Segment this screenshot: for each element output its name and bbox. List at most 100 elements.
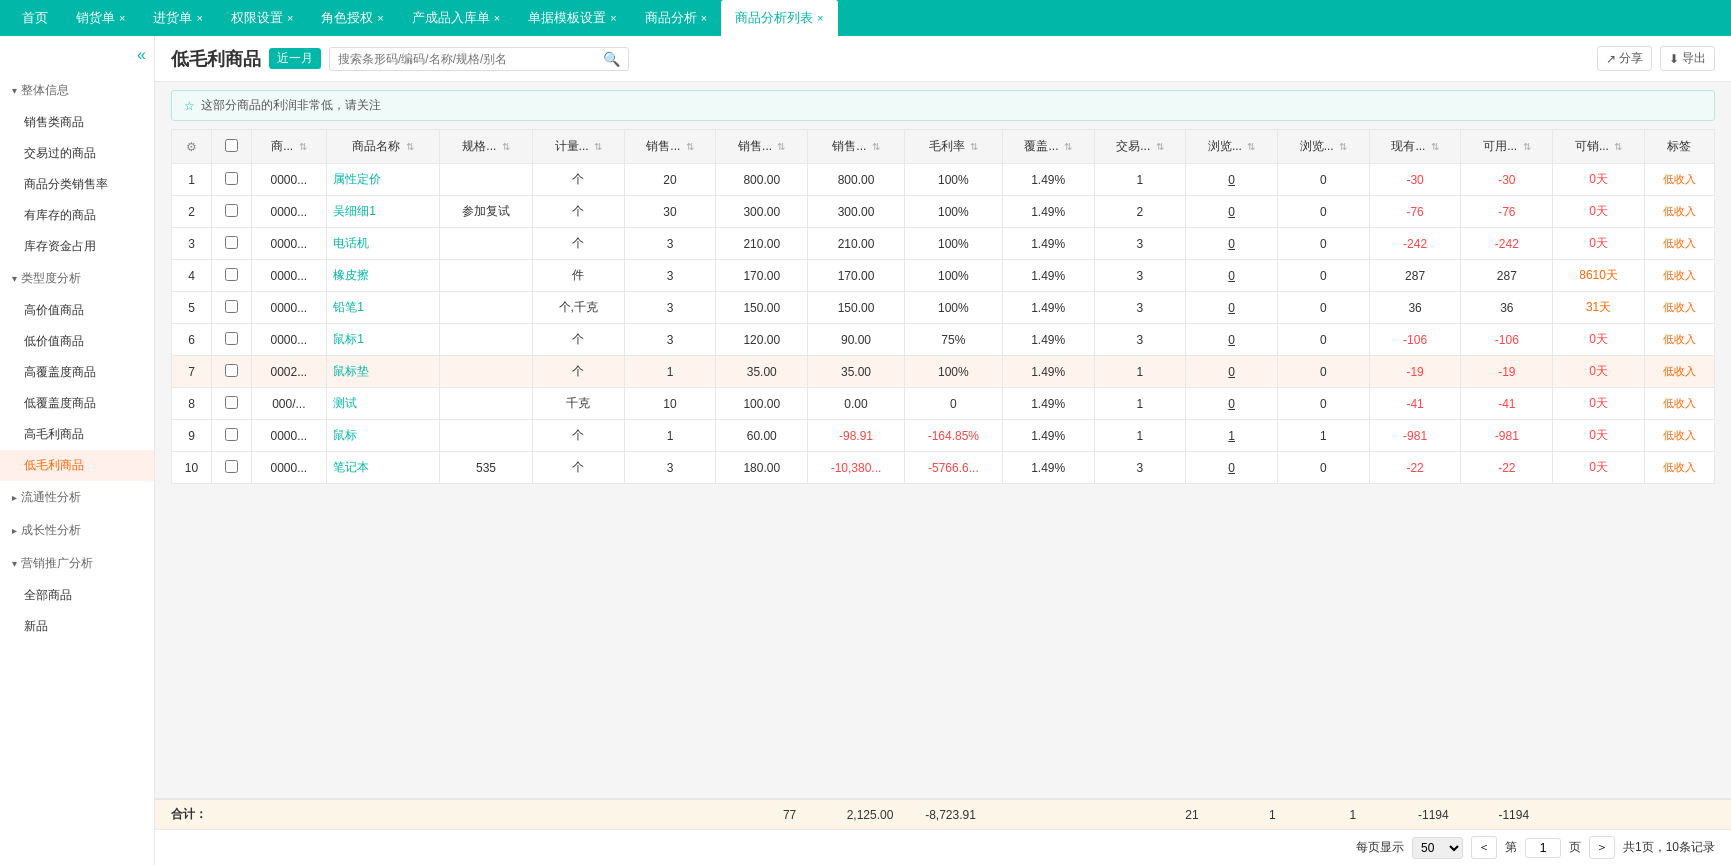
row-browse1[interactable]: 0 [1186,324,1278,356]
row-select-checkbox[interactable] [225,428,238,441]
nav-close-icon[interactable]: × [817,12,823,24]
row-browse1[interactable]: 0 [1186,196,1278,228]
col-trade[interactable]: 交易... ⇅ [1094,130,1186,164]
row-name[interactable]: 电话机 [327,228,440,260]
row-checkbox[interactable] [212,452,252,484]
col-settings[interactable]: ⚙ [172,130,212,164]
search-icon[interactable]: 🔍 [603,51,620,67]
row-browse1[interactable]: 0 [1186,452,1278,484]
nav-item-角色授权[interactable]: 角色授权× [307,0,397,36]
row-checkbox[interactable] [212,260,252,292]
nav-item-商品分析列表[interactable]: 商品分析列表× [721,0,837,36]
sidebar-group-营销推广分析[interactable]: ▾营销推广分析 [0,547,154,580]
browse1-link[interactable]: 0 [1228,333,1235,347]
sidebar-item-新品[interactable]: 新品 [0,611,154,642]
sidebar-group-整体信息[interactable]: ▾整体信息 [0,74,154,107]
row-select-checkbox[interactable] [225,204,238,217]
row-name[interactable]: 测试 [327,388,440,420]
next-page-button[interactable]: ＞ [1589,836,1615,859]
browse1-link[interactable]: 0 [1228,461,1235,475]
page-size-select[interactable]: 50 20 100 [1412,837,1463,859]
nav-item-单据模板设置[interactable]: 单据模板设置× [514,0,630,36]
row-browse1[interactable]: 0 [1186,260,1278,292]
row-checkbox[interactable] [212,388,252,420]
row-name[interactable]: 铅笔1 [327,292,440,324]
row-select-checkbox[interactable] [225,364,238,377]
sidebar-item-高覆盖度商品[interactable]: 高覆盖度商品 [0,357,154,388]
sidebar-group-流通性分析[interactable]: ▸流通性分析 [0,481,154,514]
sidebar-group-成长性分析[interactable]: ▸成长性分析 [0,514,154,547]
row-checkbox[interactable] [212,356,252,388]
col-sale2[interactable]: 销售... ⇅ [716,130,808,164]
col-sale3[interactable]: 销售... ⇅ [808,130,905,164]
browse1-link[interactable]: 0 [1228,173,1235,187]
col-checkbox[interactable] [212,130,252,164]
row-name[interactable]: 橡皮擦 [327,260,440,292]
row-browse1[interactable]: 0 [1186,388,1278,420]
row-browse1[interactable]: 0 [1186,356,1278,388]
col-tag[interactable]: 标签 [1644,130,1714,164]
sidebar-item-低价值商品[interactable]: 低价值商品 [0,326,154,357]
row-name[interactable]: 鼠标1 [327,324,440,356]
nav-close-icon[interactable]: × [494,12,500,24]
row-select-checkbox[interactable] [225,172,238,185]
sidebar-item-高价值商品[interactable]: 高价值商品 [0,295,154,326]
col-coverage[interactable]: 覆盖... ⇅ [1002,130,1094,164]
row-name[interactable]: 笔记本 [327,452,440,484]
col-unit[interactable]: 计量... ⇅ [532,130,624,164]
sidebar-item-有库存的商品[interactable]: 有库存的商品 [0,200,154,231]
row-name[interactable]: 鼠标 [327,420,440,452]
export-button[interactable]: ⬇ 导出 [1660,46,1715,71]
col-saleable[interactable]: 可销... ⇅ [1553,130,1645,164]
nav-item-商品分析[interactable]: 商品分析× [631,0,721,36]
col-usable[interactable]: 可用... ⇅ [1461,130,1553,164]
nav-close-icon[interactable]: × [196,12,202,24]
sidebar-item-低毛利商品[interactable]: 低毛利商品 [0,450,154,481]
select-all-checkbox[interactable] [225,139,238,152]
sidebar-group-类型度分析[interactable]: ▾类型度分析 [0,262,154,295]
col-spec[interactable]: 规格... ⇅ [440,130,533,164]
col-margin[interactable]: 毛利率 ⇅ [904,130,1002,164]
nav-item-权限设置[interactable]: 权限设置× [217,0,307,36]
prev-page-button[interactable]: ＜ [1471,836,1497,859]
row-name[interactable]: 吴细细1 [327,196,440,228]
row-checkbox[interactable] [212,164,252,196]
nav-item-首页[interactable]: 首页 [8,0,62,36]
col-name[interactable]: 商品名称 ⇅ [327,130,440,164]
row-browse1[interactable]: 0 [1186,228,1278,260]
browse1-link[interactable]: 1 [1228,429,1235,443]
nav-item-进货单[interactable]: 进货单× [139,0,216,36]
row-browse1[interactable]: 0 [1186,292,1278,324]
row-checkbox[interactable] [212,324,252,356]
col-current[interactable]: 现有... ⇅ [1369,130,1461,164]
browse1-link[interactable]: 0 [1228,237,1235,251]
sidebar-item-库存资金占用[interactable]: 库存资金占用 [0,231,154,262]
row-select-checkbox[interactable] [225,460,238,473]
row-select-checkbox[interactable] [225,268,238,281]
row-browse1[interactable]: 0 [1186,164,1278,196]
row-checkbox[interactable] [212,196,252,228]
browse1-link[interactable]: 0 [1228,365,1235,379]
nav-close-icon[interactable]: × [377,12,383,24]
sidebar-item-低覆盖度商品[interactable]: 低覆盖度商品 [0,388,154,419]
nav-close-icon[interactable]: × [119,12,125,24]
sidebar-item-全部商品[interactable]: 全部商品 [0,580,154,611]
nav-close-icon[interactable]: × [610,12,616,24]
browse1-link[interactable]: 0 [1228,269,1235,283]
sidebar-collapse-btn[interactable]: « [137,46,146,64]
row-checkbox[interactable] [212,228,252,260]
col-browse2[interactable]: 浏览... ⇅ [1278,130,1370,164]
col-sale1[interactable]: 销售... ⇅ [624,130,716,164]
nav-item-销货单[interactable]: 销货单× [62,0,139,36]
page-number-input[interactable] [1525,838,1561,858]
row-select-checkbox[interactable] [225,300,238,313]
nav-item-产成品入库单[interactable]: 产成品入库单× [398,0,514,36]
filter-tag[interactable]: 近一月 [269,48,321,69]
row-browse1[interactable]: 1 [1186,420,1278,452]
row-checkbox[interactable] [212,292,252,324]
row-name[interactable]: 属性定价 [327,164,440,196]
row-name[interactable]: 鼠标垫 [327,356,440,388]
col-browse1[interactable]: 浏览... ⇅ [1186,130,1278,164]
browse1-link[interactable]: 0 [1228,301,1235,315]
row-select-checkbox[interactable] [225,332,238,345]
